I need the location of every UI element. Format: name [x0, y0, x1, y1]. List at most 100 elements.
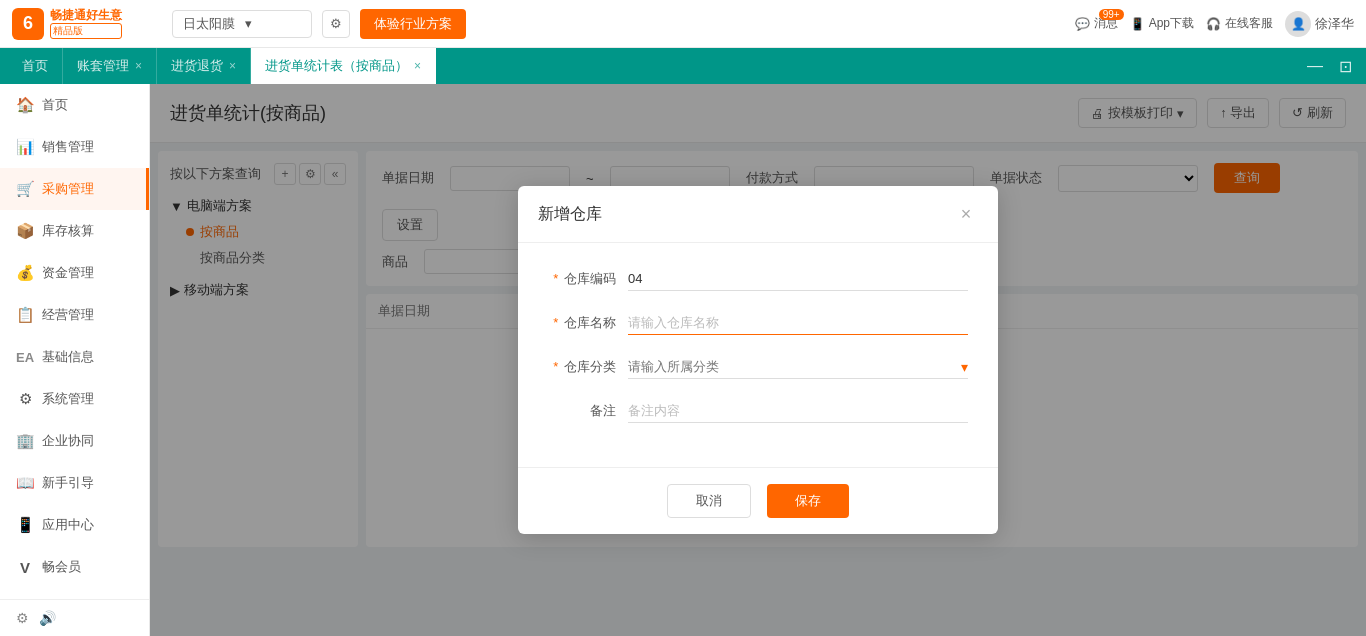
sidebar-item-sales[interactable]: 📊 销售管理 [0, 126, 149, 168]
notification-button[interactable]: 💬 消息 99+ [1075, 15, 1118, 32]
operations-icon: 📋 [16, 306, 34, 324]
category-select[interactable]: ▾ [628, 355, 968, 379]
modal-overlay: 新增仓库 × * 仓库编码 * [150, 84, 1366, 636]
sidebar-item-vip-label: 畅会员 [42, 558, 81, 576]
settings-bottom-icon[interactable]: ⚙ [16, 610, 29, 626]
modal-footer: 取消 保存 [518, 467, 998, 534]
sidebar-item-enterprise[interactable]: 🏢 企业协同 [0, 420, 149, 462]
sidebar-item-guide-label: 新手引导 [42, 474, 94, 492]
user-area[interactable]: 👤 徐泽华 [1285, 11, 1354, 37]
form-row-remark: 备注 [548, 399, 968, 423]
tab-purchase-return[interactable]: 进货退货 × [157, 48, 251, 84]
volume-icon[interactable]: 🔊 [39, 610, 56, 626]
store-name: 日太阳膜 [183, 15, 239, 33]
category-input[interactable] [628, 355, 961, 378]
sidebar-item-system[interactable]: ⚙ 系统管理 [0, 378, 149, 420]
tab-purchase-stats[interactable]: 进货单统计表（按商品） × [251, 48, 436, 84]
remark-label: 备注 [548, 402, 628, 420]
mobile-icon: 📱 [1130, 17, 1145, 31]
category-label: * 仓库分类 [548, 358, 628, 376]
sidebar-item-apps[interactable]: 📱 应用中心 [0, 504, 149, 546]
sidebar-item-finance[interactable]: 💰 资金管理 [0, 252, 149, 294]
enterprise-icon: 🏢 [16, 432, 34, 450]
sidebar-item-vip[interactable]: V 畅会员 [0, 546, 149, 588]
header-actions: 💬 消息 99+ 📱 App下载 🎧 在线客服 👤 徐泽华 [1075, 11, 1354, 37]
warehouse-code-input[interactable] [628, 267, 968, 291]
sidebar-item-operations[interactable]: 📋 经营管理 [0, 294, 149, 336]
tab-actions: — ⊡ [1301, 55, 1358, 78]
bell-icon: 💬 [1075, 17, 1090, 31]
tab-purchase-stats-close[interactable]: × [414, 59, 421, 73]
sidebar: 🏠 首页 📊 销售管理 🛒 采购管理 📦 库存核算 💰 资金管理 📋 经营管理 … [0, 84, 150, 636]
sidebar-item-purchase[interactable]: 🛒 采购管理 [0, 168, 149, 210]
logo-text: 畅捷通好生意 [50, 8, 122, 24]
tab-maximize-button[interactable]: ⊡ [1333, 55, 1358, 78]
online-service-button[interactable]: 🎧 在线客服 [1206, 15, 1273, 32]
sidebar-item-basic-info[interactable]: EA 基础信息 [0, 336, 149, 378]
required-star-code: * [553, 271, 558, 286]
basic-info-icon: EA [16, 348, 34, 366]
finance-icon: 💰 [16, 264, 34, 282]
dropdown-arrow-icon: ▾ [961, 359, 968, 375]
store-selector[interactable]: 日太阳膜 ▾ [172, 10, 312, 38]
logo-badge: 精品版 [50, 23, 122, 39]
gear-icon: ⚙ [330, 16, 342, 31]
save-button[interactable]: 保存 [767, 484, 849, 518]
code-label: * 仓库编码 [548, 270, 628, 288]
main-layout: 🏠 首页 📊 销售管理 🛒 采购管理 📦 库存核算 💰 资金管理 📋 经营管理 … [0, 84, 1366, 636]
headset-icon: 🎧 [1206, 17, 1221, 31]
experience-button[interactable]: 体验行业方案 [360, 9, 466, 39]
guide-icon: 📖 [16, 474, 34, 492]
purchase-icon: 🛒 [16, 180, 34, 198]
form-row-code: * 仓库编码 [548, 267, 968, 291]
system-icon: ⚙ [16, 390, 34, 408]
tab-home-label: 首页 [22, 57, 48, 75]
warehouse-name-input[interactable] [628, 311, 968, 335]
sidebar-item-enterprise-label: 企业协同 [42, 432, 94, 450]
notification-badge: 99+ [1099, 9, 1124, 20]
user-name: 徐泽华 [1315, 15, 1354, 33]
apps-icon: 📱 [16, 516, 34, 534]
add-warehouse-modal: 新增仓库 × * 仓库编码 * [518, 186, 998, 534]
app-download-label: App下载 [1149, 15, 1194, 32]
avatar: 👤 [1285, 11, 1311, 37]
avatar-icon: 👤 [1291, 17, 1306, 31]
sidebar-item-sales-label: 销售管理 [42, 138, 94, 156]
modal-close-button[interactable]: × [954, 202, 978, 226]
modal-title: 新增仓库 [538, 204, 602, 225]
app-download-button[interactable]: 📱 App下载 [1130, 15, 1194, 32]
name-label: * 仓库名称 [548, 314, 628, 332]
sidebar-item-guide[interactable]: 📖 新手引导 [0, 462, 149, 504]
inventory-icon: 📦 [16, 222, 34, 240]
sidebar-item-system-label: 系统管理 [42, 390, 94, 408]
sidebar-item-operations-label: 经营管理 [42, 306, 94, 324]
remark-input[interactable] [628, 399, 968, 423]
app-logo-icon: 6 [12, 8, 44, 40]
tab-account-close[interactable]: × [135, 59, 142, 73]
form-row-category: * 仓库分类 ▾ [548, 355, 968, 379]
tab-purchase-return-close[interactable]: × [229, 59, 236, 73]
vip-icon: V [16, 558, 34, 576]
home-icon: 🏠 [16, 96, 34, 114]
online-service-label: 在线客服 [1225, 15, 1273, 32]
modal-header: 新增仓库 × [518, 186, 998, 243]
sidebar-item-inventory-label: 库存核算 [42, 222, 94, 240]
logo-area: 6 畅捷通好生意 精品版 [12, 8, 162, 40]
sidebar-item-purchase-label: 采购管理 [42, 180, 94, 198]
tab-account[interactable]: 账套管理 × [63, 48, 157, 84]
tab-bar: 首页 账套管理 × 进货退货 × 进货单统计表（按商品） × — ⊡ [0, 48, 1366, 84]
sidebar-item-home[interactable]: 🏠 首页 [0, 84, 149, 126]
content-area: 进货单统计(按商品) 🖨 按模板打印 ▾ ↑ 导出 ↺ 刷新 [150, 84, 1366, 636]
tab-home[interactable]: 首页 [8, 48, 63, 84]
cancel-button[interactable]: 取消 [667, 484, 751, 518]
modal-body: * 仓库编码 * 仓库名称 [518, 243, 998, 467]
required-star-name: * [553, 315, 558, 330]
sidebar-item-home-label: 首页 [42, 96, 68, 114]
sidebar-item-inventory[interactable]: 📦 库存核算 [0, 210, 149, 252]
sidebar-item-finance-label: 资金管理 [42, 264, 94, 282]
tab-minimize-button[interactable]: — [1301, 55, 1329, 78]
required-star-category: * [553, 359, 558, 374]
top-header: 6 畅捷通好生意 精品版 日太阳膜 ▾ ⚙ 体验行业方案 💬 消息 99+ 📱 … [0, 0, 1366, 48]
settings-button[interactable]: ⚙ [322, 10, 350, 38]
sidebar-item-basic-info-label: 基础信息 [42, 348, 94, 366]
